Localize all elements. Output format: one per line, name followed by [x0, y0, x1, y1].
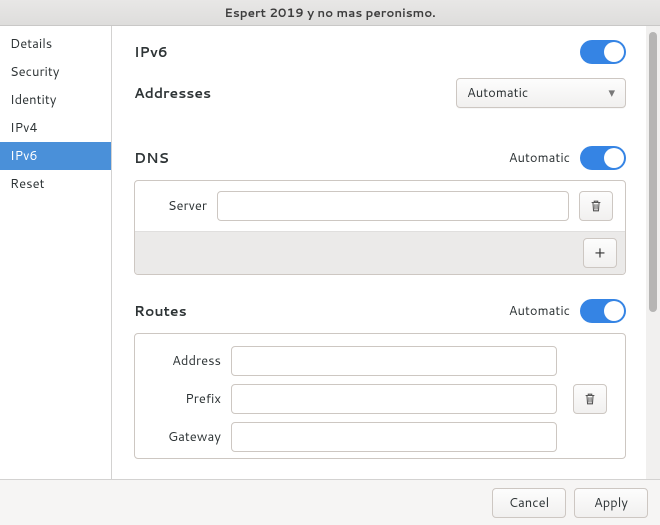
addresses-method-value: Automatic — [467, 84, 528, 102]
sidebar-item-details[interactable]: Details — [0, 30, 111, 58]
sidebar-item-security[interactable]: Security — [0, 58, 111, 86]
sidebar-item-identity[interactable]: Identity — [0, 86, 111, 114]
sidebar-item-label: Security — [10, 63, 60, 81]
dns-automatic-toggle[interactable] — [580, 146, 626, 170]
sidebar-item-label: Reset — [10, 175, 45, 193]
ipv6-row: IPv6 — [134, 40, 626, 64]
trash-icon — [589, 199, 603, 213]
dns-add-row: + — [135, 231, 625, 274]
addresses-row: Addresses Automatic ▾ — [134, 78, 626, 108]
sidebar-item-reset[interactable]: Reset — [0, 170, 111, 198]
dns-header: DNS Automatic — [134, 146, 626, 170]
sidebar-item-ipv4[interactable]: IPv4 — [0, 114, 111, 142]
dns-title: DNS — [134, 148, 169, 168]
scrollbar-thumb[interactable] — [649, 32, 657, 312]
dns-server-input[interactable] — [217, 191, 569, 221]
routes-panel: Address Prefix Gateway — [134, 333, 626, 459]
cancel-button[interactable]: Cancel — [492, 488, 566, 518]
apply-button[interactable]: Apply — [574, 488, 648, 518]
route-entry: Address Prefix Gateway — [135, 334, 625, 458]
sidebar-item-label: Details — [10, 35, 52, 53]
route-address-label: Address — [147, 352, 221, 370]
main-area: IPv6 Addresses Automatic ▾ DNS Automatic — [112, 26, 660, 479]
cancel-label: Cancel — [509, 494, 549, 512]
dns-panel: Server + — [134, 180, 626, 275]
routes-automatic-toggle[interactable] — [580, 299, 626, 323]
settings-pane: IPv6 Addresses Automatic ▾ DNS Automatic — [112, 26, 646, 479]
content: Details Security Identity IPv4 IPv6 Rese… — [0, 26, 660, 479]
titlebar: Espert 2019 y no mas peronismo. — [0, 0, 660, 26]
dns-server-label: Server — [147, 197, 207, 215]
footer: Cancel Apply — [0, 479, 660, 525]
routes-automatic-label: Automatic — [509, 302, 570, 320]
addresses-method-combo[interactable]: Automatic ▾ — [456, 78, 626, 108]
dns-automatic-label: Automatic — [509, 149, 570, 167]
ipv6-label: IPv6 — [134, 42, 168, 62]
route-prefix-label: Prefix — [147, 390, 221, 408]
sidebar-item-ipv6[interactable]: IPv6 — [0, 142, 111, 170]
sidebar: Details Security Identity IPv4 IPv6 Rese… — [0, 26, 112, 479]
ipv6-toggle[interactable] — [580, 40, 626, 64]
sidebar-item-label: IPv4 — [10, 119, 38, 137]
plus-icon: + — [595, 245, 606, 261]
route-gateway-input[interactable] — [231, 422, 557, 452]
dns-server-row: Server — [135, 181, 625, 231]
route-prefix-input[interactable] — [231, 384, 557, 414]
dns-add-button[interactable]: + — [583, 238, 617, 268]
sidebar-item-label: IPv6 — [10, 147, 38, 165]
routes-header: Routes Automatic — [134, 299, 626, 323]
addresses-label: Addresses — [134, 83, 211, 103]
dns-server-delete-button[interactable] — [579, 191, 613, 221]
window-title: Espert 2019 y no mas peronismo. — [224, 4, 435, 21]
trash-icon — [583, 392, 597, 406]
route-gateway-label: Gateway — [147, 428, 221, 446]
sidebar-item-label: Identity — [10, 91, 57, 109]
chevron-down-icon: ▾ — [608, 84, 615, 102]
route-address-input[interactable] — [231, 346, 557, 376]
apply-label: Apply — [594, 494, 628, 512]
route-delete-button[interactable] — [573, 384, 607, 414]
routes-title: Routes — [134, 301, 187, 321]
scrollbar[interactable] — [646, 26, 660, 479]
